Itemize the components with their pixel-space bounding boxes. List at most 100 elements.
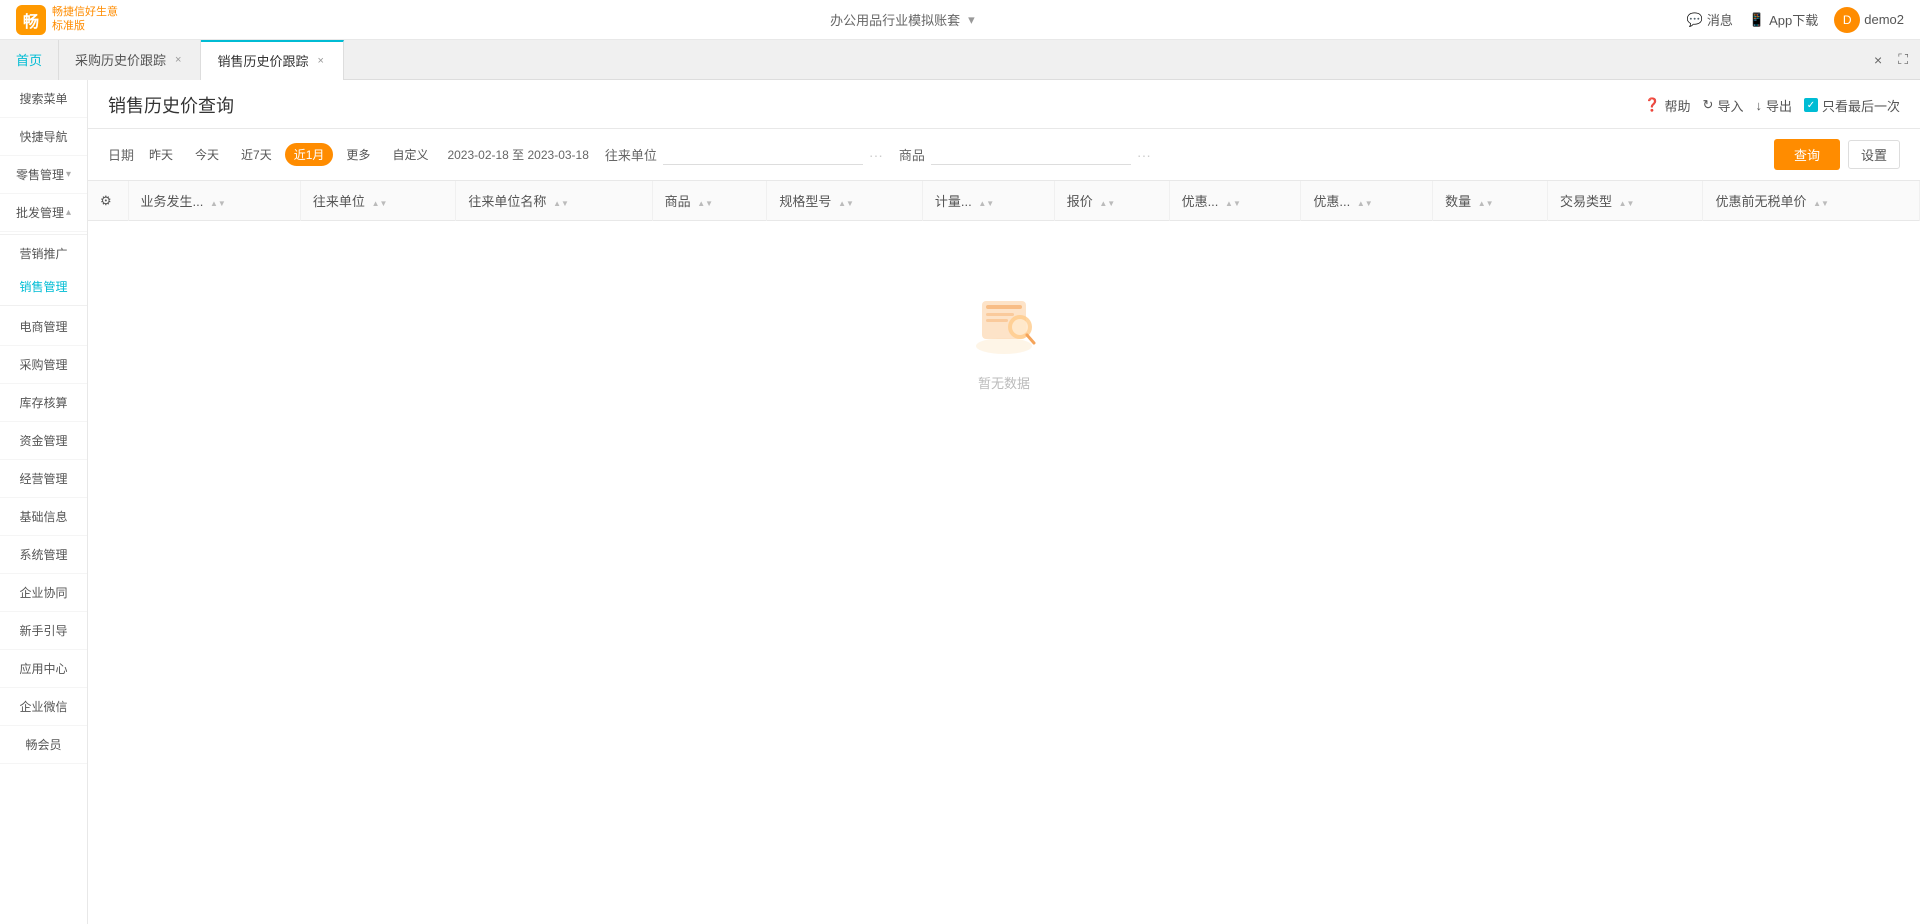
import-btn[interactable]: ↻ 导入	[1703, 96, 1744, 115]
th-unit[interactable]: 计量... ▲▼	[922, 181, 1054, 221]
sidebar-item-shortcuts[interactable]: 快捷导航	[0, 118, 87, 156]
sidebar-item-basic-info[interactable]: 基础信息	[0, 498, 87, 536]
tab-sales-close-btn[interactable]: ×	[314, 54, 326, 68]
sidebar-item-enterprise-wechat[interactable]: 企业微信	[0, 688, 87, 726]
sidebar-item-enterprise-collab[interactable]: 企业协同	[0, 574, 87, 612]
sidebar-item-operations[interactable]: 经营管理	[0, 460, 87, 498]
topbar-center: 办公用品行业模拟账套 ▾	[830, 10, 975, 29]
sidebar-item-ecommerce[interactable]: 电商管理	[0, 308, 87, 346]
page-title-row: 销售历史价查询 ❓ 帮助 ↻ 导入 ↓ 导出 ✓	[108, 92, 1900, 118]
empty-icon	[964, 281, 1044, 361]
th-spec[interactable]: 规格型号 ▲▼	[767, 181, 923, 221]
help-btn[interactable]: ❓ 帮助	[1644, 96, 1690, 115]
th-quantity[interactable]: 数量 ▲▼	[1433, 181, 1548, 221]
th-biz-date[interactable]: 业务发生... ▲▼	[128, 181, 300, 221]
sidebar-item-search[interactable]: 搜索菜单	[0, 80, 87, 118]
sort-arrows-price-no-tax: ▲▼	[1813, 199, 1829, 208]
sidebar-item-sales[interactable]: 销售管理	[0, 270, 87, 303]
tabbar: 首页 采购历史价跟踪 × 销售历史价跟踪 × × ⛶	[0, 40, 1920, 80]
th-partner-name[interactable]: 往来单位名称 ▲▼	[456, 181, 652, 221]
date-btn-custom[interactable]: 自定义	[383, 143, 437, 166]
sidebar-item-wholesale[interactable]: 批发管理 ▴	[0, 194, 87, 232]
sort-arrows-discount2: ▲▼	[1357, 199, 1373, 208]
sidebar-item-purchase[interactable]: 采购管理	[0, 346, 87, 384]
page-header: 销售历史价查询 ❓ 帮助 ↻ 导入 ↓ 导出 ✓	[88, 80, 1920, 129]
th-discount2[interactable]: 优惠... ▲▼	[1301, 181, 1433, 221]
page-title: 销售历史价查询	[108, 92, 234, 118]
logo-area: 畅 畅捷信好生意 标准版	[16, 5, 118, 35]
th-discount1[interactable]: 优惠... ▲▼	[1169, 181, 1301, 221]
app-selector-label: 办公用品行业模拟账套	[830, 10, 960, 29]
settings-button[interactable]: 设置	[1848, 140, 1900, 169]
chevron-down-icon[interactable]: ▾	[968, 12, 975, 28]
partner-label: 往来单位	[605, 145, 657, 164]
th-quoted-price[interactable]: 报价 ▲▼	[1054, 181, 1169, 221]
fullscreen-btn[interactable]: ⛶	[1894, 47, 1912, 72]
sidebar-divider-1	[0, 234, 87, 235]
sidebar-item-guide[interactable]: 新手引导	[0, 612, 87, 650]
message-icon: 💬	[1687, 12, 1703, 28]
partner-input[interactable]	[663, 145, 863, 165]
window-close-btn[interactable]: ×	[1870, 48, 1886, 72]
topbar-left: 畅 畅捷信好生意 标准版	[16, 5, 118, 35]
retail-arrow-icon: ▾	[66, 169, 71, 180]
export-btn[interactable]: ↓ 导出	[1755, 96, 1792, 115]
th-price-no-tax[interactable]: 优惠前无税单价 ▲▼	[1703, 181, 1920, 221]
phone-icon: 📱	[1749, 12, 1765, 28]
tab-home[interactable]: 首页	[0, 40, 59, 80]
export-icon: ↓	[1755, 98, 1762, 113]
user-menu[interactable]: D demo2	[1834, 7, 1904, 33]
sidebar-item-inventory[interactable]: 库存核算	[0, 384, 87, 422]
sort-arrows-spec: ▲▼	[838, 199, 854, 208]
only-last-checkbox[interactable]: ✓ 只看最后一次	[1804, 96, 1900, 115]
date-btn-today[interactable]: 今天	[186, 143, 228, 166]
filter-bar: 日期 昨天 今天 近7天 近1月 更多 自定义 2023-02-18 至 202…	[88, 129, 1920, 181]
topbar-right: 💬 消息 📱 App下载 D demo2	[1687, 7, 1904, 33]
tab-purchase-history[interactable]: 采购历史价跟踪 ×	[59, 40, 201, 80]
sort-arrows-discount1: ▲▼	[1225, 199, 1241, 208]
wholesale-arrow-icon: ▴	[66, 207, 71, 218]
sidebar-item-system[interactable]: 系统管理	[0, 536, 87, 574]
table-container: ⚙ 业务发生... ▲▼ 往来单位 ▲▼ 往来单位名称 ▲▼	[88, 181, 1920, 924]
query-button[interactable]: 查询	[1774, 139, 1840, 170]
message-btn[interactable]: 💬 消息	[1687, 10, 1733, 29]
sort-arrows-product: ▲▼	[697, 199, 713, 208]
th-product[interactable]: 商品 ▲▼	[652, 181, 767, 221]
partner-filter-group: 往来单位 ···	[605, 145, 883, 165]
date-buttons: 昨天 今天 近7天 近1月 更多 自定义	[140, 143, 437, 166]
sidebar-item-marketing[interactable]: 营销推广	[0, 237, 87, 270]
date-btn-more[interactable]: 更多	[337, 143, 379, 166]
sort-arrows-biz-date: ▲▼	[210, 199, 226, 208]
gear-icon[interactable]: ⚙	[100, 193, 112, 208]
sidebar-divider-2	[0, 305, 87, 306]
logo-text: 畅捷信好生意 标准版	[52, 6, 118, 32]
partner-dots[interactable]: ···	[869, 147, 883, 163]
sidebar: 搜索菜单 快捷导航 零售管理 ▾ 批发管理 ▴ 营销推广 销售管理 电商管理 采…	[0, 80, 88, 924]
sidebar-item-finance[interactable]: 资金管理	[0, 422, 87, 460]
date-btn-1month[interactable]: 近1月	[285, 143, 334, 166]
tab-purchase-close-btn[interactable]: ×	[172, 53, 184, 67]
sort-arrows-unit: ▲▼	[978, 199, 994, 208]
tab-sales-history[interactable]: 销售历史价跟踪 ×	[201, 40, 343, 80]
sidebar-item-vip[interactable]: 畅会员	[0, 726, 87, 764]
data-table: ⚙ 业务发生... ▲▼ 往来单位 ▲▼ 往来单位名称 ▲▼	[88, 181, 1920, 221]
product-input[interactable]	[931, 145, 1131, 165]
date-btn-7days[interactable]: 近7天	[232, 143, 281, 166]
sidebar-item-retail[interactable]: 零售管理 ▾	[0, 156, 87, 194]
sort-arrows-quoted-price: ▲▼	[1099, 199, 1115, 208]
page-actions: ❓ 帮助 ↻ 导入 ↓ 导出 ✓ 只看最后一次	[1644, 96, 1900, 115]
tabbar-actions: × ⛶	[1870, 47, 1920, 72]
th-partner-code[interactable]: 往来单位 ▲▼	[300, 181, 456, 221]
app-download-btn[interactable]: 📱 App下载	[1749, 10, 1818, 29]
th-gear[interactable]: ⚙	[88, 181, 128, 221]
date-btn-yesterday[interactable]: 昨天	[140, 143, 182, 166]
import-icon: ↻	[1703, 97, 1714, 113]
topbar: 畅 畅捷信好生意 标准版 办公用品行业模拟账套 ▾ 💬 消息 📱 App下载 D…	[0, 0, 1920, 40]
product-dots[interactable]: ···	[1137, 147, 1151, 163]
date-filter-group: 日期 昨天 今天 近7天 近1月 更多 自定义 2023-02-18 至 202…	[108, 143, 589, 166]
product-filter-group: 商品 ···	[899, 145, 1151, 165]
sidebar-item-app-center[interactable]: 应用中心	[0, 650, 87, 688]
empty-state: 暂无数据	[88, 221, 1920, 452]
sort-arrows-partner-code: ▲▼	[372, 199, 388, 208]
th-trade-type[interactable]: 交易类型 ▲▼	[1547, 181, 1703, 221]
